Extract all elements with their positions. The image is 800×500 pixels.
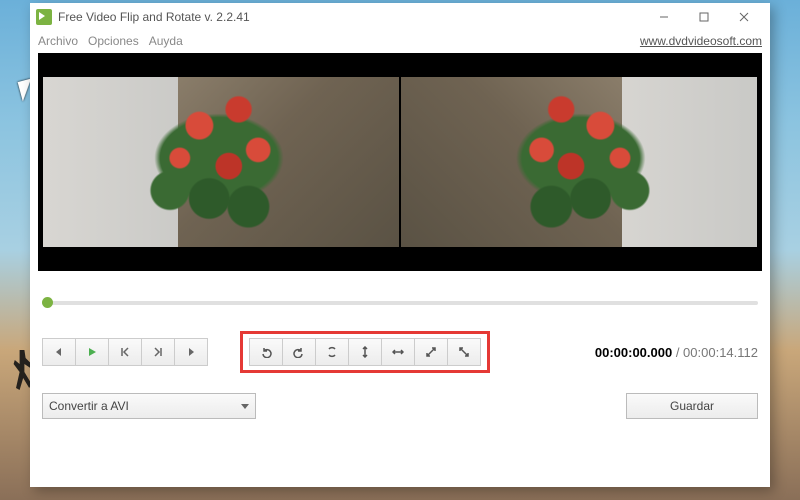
website-link[interactable]: www.dvdvideosoft.com — [640, 34, 762, 48]
timeline-slider[interactable] — [42, 301, 758, 305]
rotate-180-button[interactable] — [315, 338, 349, 366]
flip-diag2-button[interactable] — [447, 338, 481, 366]
window-controls — [644, 3, 764, 31]
minimize-button[interactable] — [644, 3, 684, 31]
window-title: Free Video Flip and Rotate v. 2.2.41 — [58, 10, 250, 24]
transform-controls-highlight — [240, 331, 490, 373]
time-total: 00:00:14.112 — [683, 345, 758, 360]
app-icon — [36, 9, 52, 25]
output-format-dropdown[interactable]: Convertir a AVI — [42, 393, 256, 419]
play-button[interactable] — [75, 338, 109, 366]
close-button[interactable] — [724, 3, 764, 31]
maximize-button[interactable] — [684, 3, 724, 31]
titlebar[interactable]: Free Video Flip and Rotate v. 2.2.41 — [30, 3, 770, 31]
menubar: Archivo Opciones Auyda www.dvdvideosoft.… — [30, 31, 770, 51]
flip-diag1-button[interactable] — [414, 338, 448, 366]
output-format-value: Convertir a AVI — [49, 399, 129, 413]
preview-original — [43, 77, 399, 247]
playhead-icon[interactable] — [42, 297, 53, 308]
save-label: Guardar — [670, 399, 714, 413]
rotate-ccw-button[interactable] — [249, 338, 283, 366]
menu-opciones[interactable]: Opciones — [88, 34, 139, 48]
preview-transformed — [401, 77, 757, 247]
flip-vertical-button[interactable] — [348, 338, 382, 366]
prev-button[interactable] — [42, 338, 76, 366]
menu-archivo[interactable]: Archivo — [38, 34, 78, 48]
frame-back-button[interactable] — [108, 338, 142, 366]
controls-row: 00:00:00.000 / 00:00:14.112 — [42, 331, 758, 373]
menu-ayuda[interactable]: Auyda — [149, 34, 183, 48]
app-window: Free Video Flip and Rotate v. 2.2.41 Arc… — [30, 3, 770, 487]
bottom-row: Convertir a AVI Guardar — [42, 393, 758, 419]
time-current: 00:00:00.000 — [595, 345, 672, 360]
rotate-cw-button[interactable] — [282, 338, 316, 366]
frame-fwd-button[interactable] — [141, 338, 175, 366]
video-preview-area — [38, 53, 762, 271]
flip-horizontal-button[interactable] — [381, 338, 415, 366]
next-button[interactable] — [174, 338, 208, 366]
playback-controls — [42, 338, 208, 366]
timecode: 00:00:00.000 / 00:00:14.112 — [595, 345, 758, 360]
save-button[interactable]: Guardar — [626, 393, 758, 419]
transform-controls — [249, 338, 481, 366]
time-sep: / — [672, 345, 683, 360]
